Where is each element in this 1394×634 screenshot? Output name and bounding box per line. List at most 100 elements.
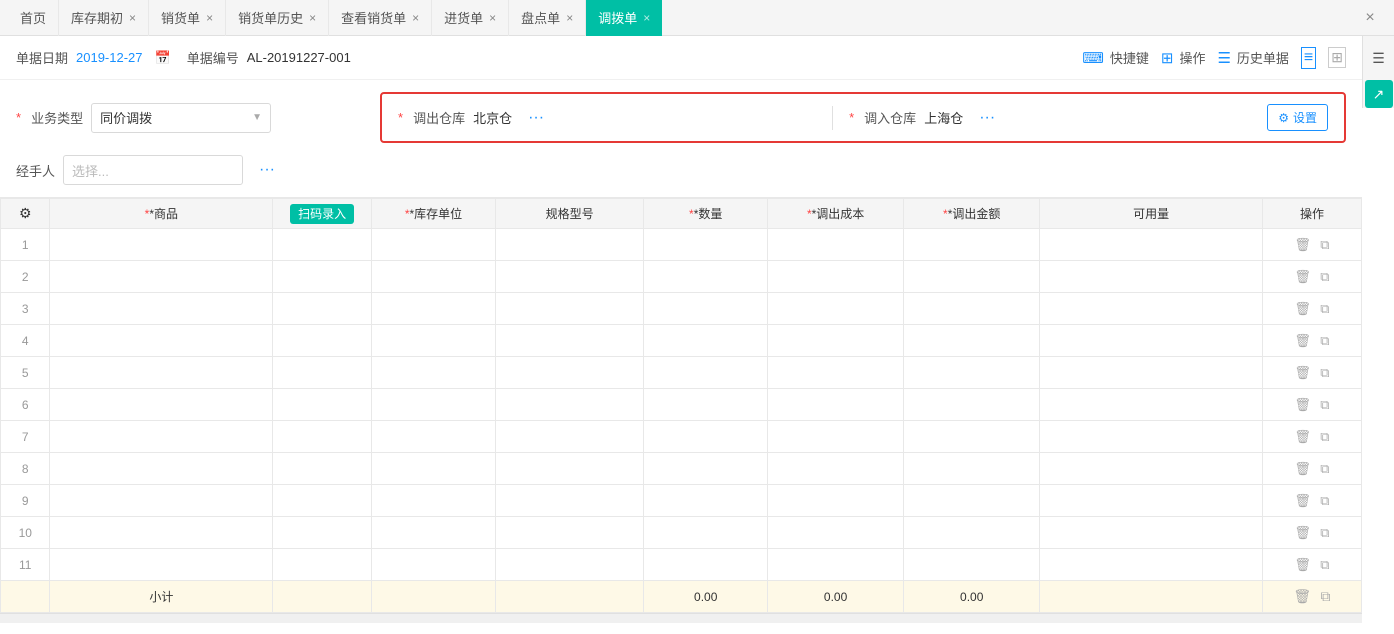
- row-goods[interactable]: [50, 485, 273, 517]
- tab-purchase-close[interactable]: ×: [489, 11, 496, 25]
- doc-label: 单据编号: [187, 48, 239, 67]
- row-scan: [273, 389, 372, 421]
- tab-sales[interactable]: 销货单 ×: [149, 0, 226, 36]
- biz-type-select[interactable]: 同价调拨 ▼: [91, 103, 271, 133]
- row-delete-icon[interactable]: 🗑: [1294, 269, 1311, 284]
- row-copy-icon[interactable]: ⧉: [1320, 269, 1329, 284]
- tab-inventory[interactable]: 库存期初 ×: [59, 0, 149, 36]
- tab-stocktake[interactable]: 盘点单 ×: [509, 0, 586, 36]
- row-delete-icon[interactable]: 🗑: [1294, 557, 1311, 572]
- col-header-spec: 规格型号: [495, 199, 643, 229]
- biz-type-label: 业务类型: [31, 108, 83, 127]
- row-op: 🗑 ⧉: [1262, 229, 1361, 261]
- row-index: 2: [1, 261, 50, 293]
- row-goods[interactable]: [50, 325, 273, 357]
- row-goods[interactable]: [50, 453, 273, 485]
- row-delete-icon[interactable]: 🗑: [1294, 429, 1311, 444]
- subtotal-copy-icon[interactable]: ⧉: [1321, 588, 1331, 604]
- tab-home[interactable]: 首页: [8, 0, 59, 36]
- scan-button[interactable]: 扫码录入: [290, 204, 354, 224]
- subtotal-delete-icon[interactable]: 🗑: [1293, 588, 1311, 604]
- row-delete-icon[interactable]: 🗑: [1294, 237, 1311, 252]
- date-value[interactable]: 2019-12-27: [76, 50, 143, 65]
- warehouse-divider: [832, 106, 833, 130]
- calendar-icon[interactable]: 📅: [155, 50, 171, 66]
- row-copy-icon[interactable]: ⧉: [1320, 493, 1329, 508]
- window-close-button[interactable]: ×: [1354, 2, 1386, 34]
- tab-stocktake-close[interactable]: ×: [566, 11, 573, 25]
- row-amount: [904, 293, 1040, 325]
- tab-sales-close[interactable]: ×: [206, 11, 213, 25]
- row-copy-icon[interactable]: ⧉: [1320, 525, 1329, 540]
- tab-transfer[interactable]: 调拨单 ×: [586, 0, 662, 36]
- row-delete-icon[interactable]: 🗑: [1294, 493, 1311, 508]
- row-index: 11: [1, 549, 50, 581]
- row-cost: [768, 357, 904, 389]
- col-header-amount: **调出金额: [904, 199, 1040, 229]
- row-op: 🗑 ⧉: [1262, 549, 1361, 581]
- grid-toggle-button[interactable]: ⊞: [1328, 47, 1346, 68]
- tab-check-sales-close[interactable]: ×: [412, 11, 419, 25]
- settings-button[interactable]: ⚙ 设置: [1267, 104, 1328, 131]
- row-goods[interactable]: [50, 389, 273, 421]
- row-delete-icon[interactable]: 🗑: [1294, 461, 1311, 476]
- row-unit: [372, 549, 496, 581]
- tab-check-sales[interactable]: 查看销货单 ×: [329, 0, 432, 36]
- row-goods[interactable]: [50, 293, 273, 325]
- col-header-scan[interactable]: 扫码录入: [273, 199, 372, 229]
- row-goods[interactable]: [50, 549, 273, 581]
- row-delete-icon[interactable]: 🗑: [1294, 397, 1311, 412]
- row-amount: [904, 453, 1040, 485]
- row-goods[interactable]: [50, 517, 273, 549]
- shortcut-button[interactable]: ⌨ 快捷键: [1082, 48, 1149, 67]
- row-goods[interactable]: [50, 229, 273, 261]
- row-copy-icon[interactable]: ⧉: [1320, 397, 1329, 412]
- tab-transfer-close[interactable]: ×: [643, 11, 650, 25]
- col-header-unit: **库存单位: [372, 199, 496, 229]
- row-copy-icon[interactable]: ⧉: [1320, 429, 1329, 444]
- row-goods[interactable]: [50, 357, 273, 389]
- row-op: 🗑 ⧉: [1262, 389, 1361, 421]
- row-copy-icon[interactable]: ⧉: [1320, 301, 1329, 316]
- row-goods[interactable]: [50, 261, 273, 293]
- col-header-settings[interactable]: ⚙: [1, 199, 50, 229]
- tab-sales-history-close[interactable]: ×: [309, 11, 316, 25]
- row-spec: [495, 453, 643, 485]
- row-spec: [495, 549, 643, 581]
- row-qty: [644, 293, 768, 325]
- row-goods[interactable]: [50, 421, 273, 453]
- sidebar-doc-icon[interactable]: ☰: [1365, 44, 1393, 72]
- row-copy-icon[interactable]: ⧉: [1320, 237, 1329, 252]
- row-unit: [372, 229, 496, 261]
- in-warehouse-more-icon[interactable]: ···: [979, 109, 995, 127]
- row-delete-icon[interactable]: 🗑: [1294, 301, 1311, 316]
- row-delete-icon[interactable]: 🗑: [1294, 525, 1311, 540]
- tab-purchase[interactable]: 进货单 ×: [432, 0, 509, 36]
- table-settings-icon[interactable]: ⚙: [19, 205, 32, 221]
- row-scan: [273, 517, 372, 549]
- layout-toggle-button[interactable]: ≡: [1301, 47, 1316, 69]
- row-delete-icon[interactable]: 🗑: [1294, 333, 1311, 348]
- row-scan: [273, 549, 372, 581]
- history-button[interactable]: ☰ 历史单据: [1217, 48, 1288, 67]
- row-qty: [644, 485, 768, 517]
- agent-more-icon[interactable]: ···: [259, 161, 275, 179]
- tab-check-sales-label: 查看销货单: [341, 8, 406, 27]
- agent-select[interactable]: 选择...: [63, 155, 243, 185]
- row-copy-icon[interactable]: ⧉: [1320, 333, 1329, 348]
- row-op: 🗑 ⧉: [1262, 421, 1361, 453]
- sidebar-expand-icon[interactable]: ↗: [1365, 80, 1393, 108]
- in-warehouse-section: * 调入仓库 上海仓 ···: [849, 108, 1267, 127]
- tab-sales-history[interactable]: 销货单历史 ×: [226, 0, 329, 36]
- tab-inventory-close[interactable]: ×: [129, 11, 136, 25]
- row-spec: [495, 421, 643, 453]
- horizontal-scrollbar[interactable]: [0, 613, 1362, 623]
- row-copy-icon[interactable]: ⧉: [1320, 365, 1329, 380]
- row-copy-icon[interactable]: ⧉: [1320, 557, 1329, 572]
- row-delete-icon[interactable]: 🗑: [1294, 365, 1311, 380]
- history-icon: ☰: [1217, 49, 1230, 67]
- action-button[interactable]: ⊞ 操作: [1161, 48, 1206, 67]
- out-warehouse-more-icon[interactable]: ···: [528, 109, 544, 127]
- row-copy-icon[interactable]: ⧉: [1320, 461, 1329, 476]
- row-avail: [1040, 229, 1263, 261]
